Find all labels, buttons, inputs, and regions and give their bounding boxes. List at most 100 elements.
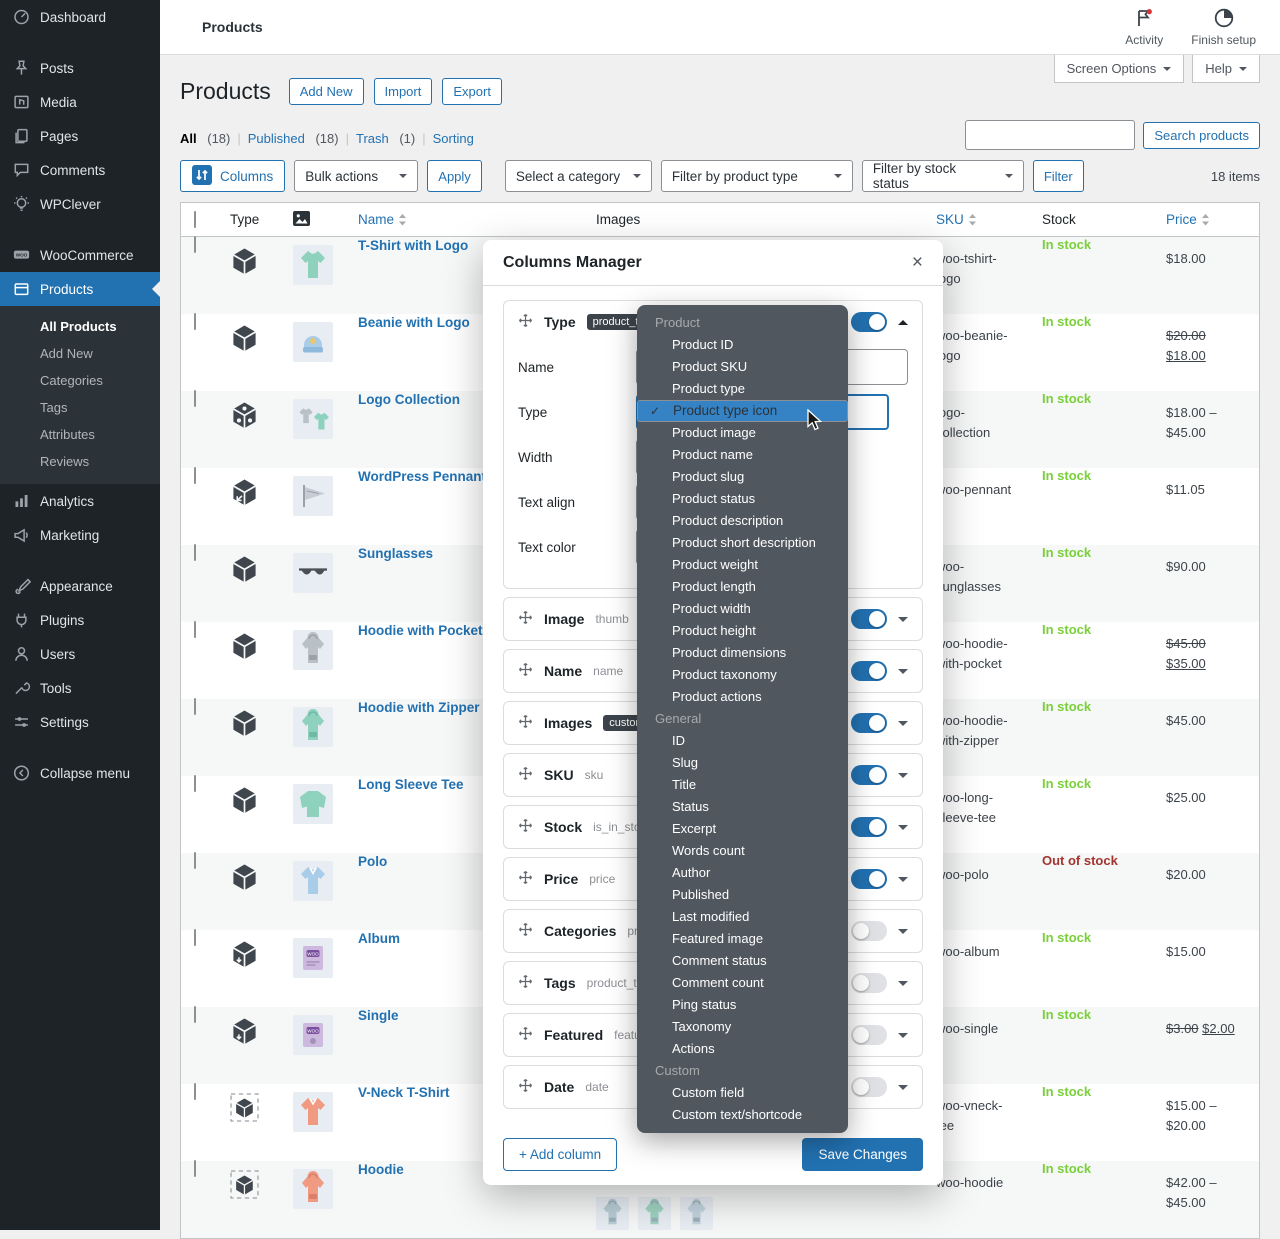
product-thumbnail[interactable]: WOO [293, 938, 333, 978]
sidebar-item-appearance[interactable]: Appearance [0, 569, 160, 603]
dropdown-item-product-description[interactable]: Product description [637, 510, 848, 532]
product-type-select[interactable]: Filter by product type [660, 160, 853, 192]
dropdown-item-product-status[interactable]: Product status [637, 488, 848, 510]
expand-icon[interactable] [898, 616, 908, 627]
dropdown-item-comment-count[interactable]: Comment count [637, 972, 848, 994]
expand-icon[interactable] [898, 772, 908, 783]
row-checkbox[interactable] [194, 852, 196, 869]
product-thumbnail[interactable]: WOO [293, 1015, 333, 1055]
gallery-thumbnail[interactable] [680, 1197, 713, 1230]
category-select[interactable]: Select a category [504, 160, 652, 192]
drag-handle-icon[interactable] [518, 870, 533, 888]
sidebar-item-analytics[interactable]: Analytics [0, 484, 160, 518]
submenu-item-add-new[interactable]: Add New [0, 340, 160, 367]
product-name-link[interactable]: Beanie with Logo [358, 303, 470, 330]
sidebar-item-collapse-menu[interactable]: Collapse menu [0, 756, 160, 790]
activity-button[interactable]: Activity [1125, 7, 1163, 47]
drag-handle-icon[interactable] [518, 1026, 533, 1044]
dropdown-item-author[interactable]: Author [637, 862, 848, 884]
product-thumbnail[interactable] [293, 707, 333, 747]
product-thumbnail[interactable] [293, 399, 333, 439]
column-header-sku[interactable]: SKU [926, 212, 1026, 227]
expand-icon[interactable] [898, 928, 908, 939]
sidebar-item-dashboard[interactable]: Dashboard [0, 0, 160, 34]
dropdown-item-product-weight[interactable]: Product weight [637, 554, 848, 576]
drag-handle-icon[interactable] [518, 922, 533, 940]
dropdown-item-comment-status[interactable]: Comment status [637, 950, 848, 972]
submenu-item-attributes[interactable]: Attributes [0, 421, 160, 448]
dropdown-item-ping-status[interactable]: Ping status [637, 994, 848, 1016]
select-all-checkbox[interactable] [194, 211, 196, 228]
column-toggle[interactable] [851, 817, 887, 837]
column-toggle[interactable] [851, 661, 887, 681]
dropdown-item-product-length[interactable]: Product length [637, 576, 848, 598]
dropdown-item-last-modified[interactable]: Last modified [637, 906, 848, 928]
row-checkbox[interactable] [194, 467, 196, 484]
sidebar-item-products[interactable]: Products [0, 272, 160, 306]
finish-setup-button[interactable]: Finish setup [1191, 7, 1256, 47]
drag-handle-icon[interactable] [518, 818, 533, 836]
product-name-link[interactable]: Long Sleeve Tee [358, 765, 464, 792]
expand-icon[interactable] [898, 876, 908, 887]
product-name-link[interactable]: WordPress Pennant [358, 457, 486, 484]
view-link-published[interactable]: Published [248, 131, 305, 146]
sidebar-item-tools[interactable]: Tools [0, 671, 160, 705]
dropdown-item-product-width[interactable]: Product width [637, 598, 848, 620]
dropdown-item-custom-field[interactable]: Custom field [637, 1082, 848, 1104]
bulk-actions-select[interactable]: Bulk actions [294, 160, 419, 192]
sidebar-item-marketing[interactable]: Marketing [0, 518, 160, 552]
drag-handle-icon[interactable] [518, 714, 533, 732]
save-changes-button[interactable]: Save Changes [802, 1138, 923, 1171]
sidebar-item-comments[interactable]: Comments [0, 153, 160, 187]
row-checkbox[interactable] [194, 236, 196, 253]
drag-handle-icon[interactable] [518, 662, 533, 680]
dropdown-item-product-sku[interactable]: Product SKU [637, 356, 848, 378]
dropdown-item-slug[interactable]: Slug [637, 752, 848, 774]
row-checkbox[interactable] [194, 390, 196, 407]
row-checkbox[interactable] [194, 1083, 196, 1100]
drag-handle-icon[interactable] [518, 1078, 533, 1096]
dropdown-item-product-name[interactable]: Product name [637, 444, 848, 466]
collapse-icon[interactable] [898, 315, 908, 325]
expand-icon[interactable] [898, 824, 908, 835]
row-checkbox[interactable] [194, 929, 196, 946]
apply-button[interactable]: Apply [427, 160, 482, 192]
sidebar-item-media[interactable]: Media [0, 85, 160, 119]
view-link-trash[interactable]: Trash [356, 131, 389, 146]
expand-icon[interactable] [898, 1084, 908, 1095]
view-link-sorting[interactable]: Sorting [433, 131, 474, 146]
column-toggle[interactable] [851, 973, 887, 993]
dropdown-item-words-count[interactable]: Words count [637, 840, 848, 862]
stock-status-select[interactable]: Filter by stock status [861, 160, 1024, 192]
column-toggle[interactable] [851, 1077, 887, 1097]
close-icon[interactable]: × [912, 253, 923, 272]
sidebar-item-wpclever[interactable]: WPClever [0, 187, 160, 221]
dropdown-item-actions[interactable]: Actions [637, 1038, 848, 1060]
row-checkbox[interactable] [194, 544, 196, 561]
sidebar-item-settings[interactable]: Settings [0, 705, 160, 739]
add-new-button[interactable]: Add New [288, 78, 364, 105]
dropdown-item-published[interactable]: Published [637, 884, 848, 906]
gallery-thumbnail[interactable] [596, 1197, 629, 1230]
product-thumbnail[interactable] [293, 245, 333, 285]
column-toggle[interactable] [851, 312, 887, 332]
row-checkbox[interactable] [194, 1006, 196, 1023]
dropdown-item-product-height[interactable]: Product height [637, 620, 848, 642]
search-products-button[interactable]: Search products [1143, 121, 1260, 149]
product-name-link[interactable]: Album [358, 919, 400, 946]
product-thumbnail[interactable] [293, 1092, 333, 1132]
dropdown-item-product-type-icon[interactable]: ✓ Product type icon [637, 400, 848, 422]
product-thumbnail[interactable] [293, 630, 333, 670]
product-thumbnail[interactable] [293, 861, 333, 901]
dropdown-item-product-dimensions[interactable]: Product dimensions [637, 642, 848, 664]
submenu-item-reviews[interactable]: Reviews [0, 448, 160, 475]
product-name-link[interactable]: Sunglasses [358, 534, 433, 561]
drag-handle-icon[interactable] [518, 610, 533, 628]
submenu-item-all-products[interactable]: All Products [0, 313, 160, 340]
dropdown-item-product-id[interactable]: Product ID [637, 334, 848, 356]
product-thumbnail[interactable] [293, 1169, 333, 1209]
dropdown-item-excerpt[interactable]: Excerpt [637, 818, 848, 840]
drag-handle-icon[interactable] [518, 974, 533, 992]
expand-icon[interactable] [898, 980, 908, 991]
drag-handle-icon[interactable] [518, 766, 533, 784]
